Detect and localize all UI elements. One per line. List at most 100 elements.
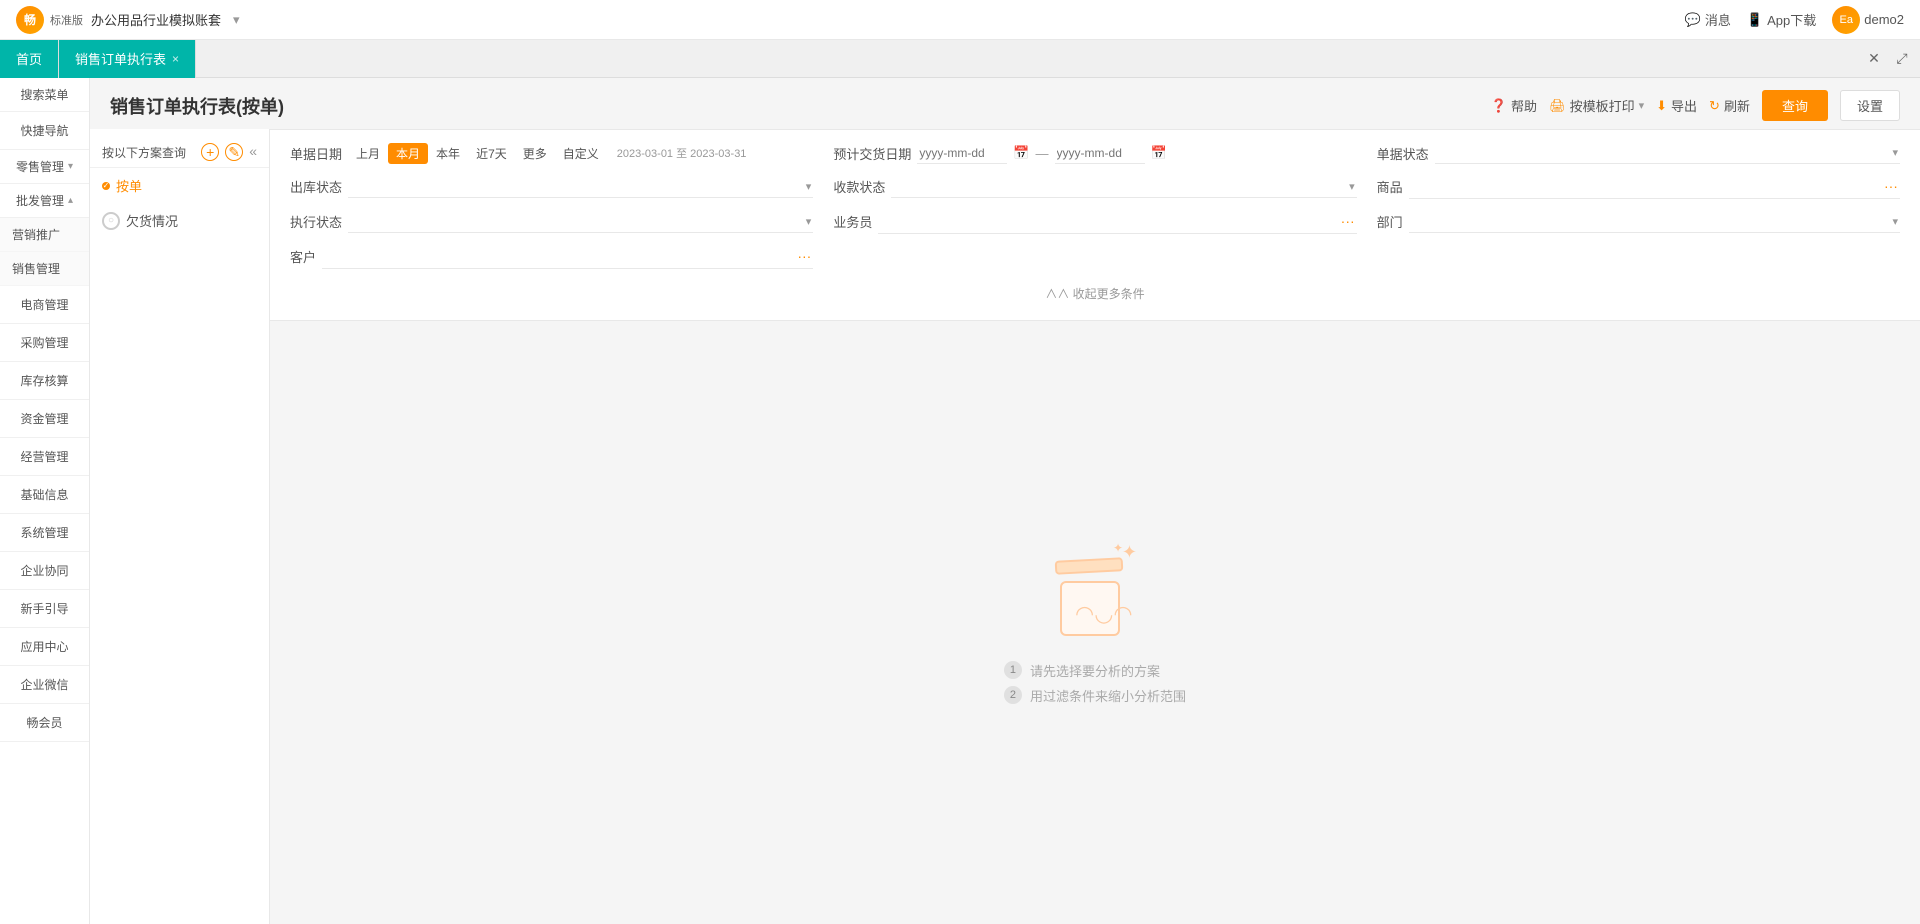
active-dot-icon: ✓ bbox=[102, 182, 110, 190]
sidebar-item-ecommerce[interactable]: 电商管理 bbox=[0, 286, 89, 324]
settings-button[interactable]: 设置 bbox=[1840, 90, 1900, 121]
goods-label: 商品 bbox=[1377, 177, 1403, 196]
tab-home[interactable]: 首页 bbox=[0, 40, 59, 78]
message-icon: 💬 bbox=[1685, 12, 1701, 28]
delivery-status-select[interactable]: ▾ bbox=[348, 176, 813, 198]
sidebar-item-wholesale-mgmt[interactable]: 批发管理 ▴ bbox=[0, 184, 89, 218]
left-panel-item-by-order[interactable]: ✓ 按单 bbox=[90, 168, 269, 203]
left-panel: 按以下方案查询 + ✎ « ✓ 按单 ○ 欠货情况 bbox=[90, 129, 270, 924]
sidebar-item-inventory[interactable]: 库存核算 bbox=[0, 362, 89, 400]
app-download-action[interactable]: 📱 App下载 bbox=[1747, 10, 1816, 29]
tab-sales-order[interactable]: 销售订单执行表 × bbox=[59, 40, 196, 78]
breadcrumb-dropdown-icon[interactable]: ▾ bbox=[233, 12, 240, 28]
end-calendar-icon[interactable]: 📅 bbox=[1151, 145, 1167, 161]
left-panel-header: 按以下方案查询 + ✎ « bbox=[90, 137, 269, 168]
sidebar-item-finance[interactable]: 资金管理 bbox=[0, 400, 89, 438]
filter-customer-group: 客户 ··· bbox=[290, 244, 813, 269]
filter-goods-group: 商品 ··· bbox=[1377, 174, 1900, 199]
left-panel-actions: + ✎ « bbox=[201, 143, 257, 161]
left-panel-add-button[interactable]: + bbox=[201, 143, 219, 161]
wholesale-mgmt-label: 批发管理 bbox=[16, 192, 64, 209]
last-month-btn[interactable]: 上月 bbox=[348, 143, 388, 164]
sidebar-item-retail-mgmt[interactable]: 零售管理 ▾ bbox=[0, 150, 89, 184]
left-panel-edit-button[interactable]: ✎ bbox=[225, 143, 243, 161]
execution-status-select[interactable]: ▾ bbox=[348, 211, 813, 233]
salesperson-picker-button[interactable]: ··· bbox=[1341, 213, 1355, 229]
tab-home-label: 首页 bbox=[16, 49, 42, 68]
export-action[interactable]: ⬇ 导出 bbox=[1656, 96, 1697, 115]
sidebar-item-basic-info[interactable]: 基础信息 bbox=[0, 476, 89, 514]
custom-btn[interactable]: 自定义 bbox=[555, 143, 607, 164]
tip-num-1: 1 bbox=[1004, 661, 1022, 679]
window-close-button[interactable]: ✕ bbox=[1864, 49, 1884, 69]
retail-mgmt-arrow: ▾ bbox=[68, 161, 73, 172]
status-select[interactable]: ▾ bbox=[1435, 142, 1900, 164]
date-range-dash: — bbox=[1036, 146, 1049, 161]
empty-illustration: ✦ ✦ ◠◡◠ bbox=[1045, 541, 1145, 641]
execution-status-label: 执行状态 bbox=[290, 212, 342, 231]
filter-delivery-status-group: 出库状态 ▾ bbox=[290, 174, 813, 199]
delivery-end-date-input[interactable] bbox=[1055, 143, 1145, 164]
sidebar-item-search-menu[interactable]: 搜索菜单 bbox=[0, 78, 89, 112]
content-area: 销售订单执行表(按单) ❓ 帮助 🖨 按模板打印 ▾ ⬇ 导出 ↻ 刷新 bbox=[90, 78, 1920, 924]
salesperson-label: 业务员 bbox=[833, 212, 872, 231]
sidebar-item-app-center[interactable]: 应用中心 bbox=[0, 628, 89, 666]
goods-picker-button[interactable]: ··· bbox=[1884, 178, 1898, 194]
filter-row-2: 出库状态 ▾ 收款状态 ▾ bbox=[290, 174, 1900, 199]
help-action[interactable]: ❓ 帮助 bbox=[1491, 96, 1537, 115]
empty-tip-2: 2 用过滤条件来缩小分析范围 bbox=[1004, 686, 1186, 705]
header-left: 畅 标准版 办公用品行业模拟账套 ▾ bbox=[16, 6, 240, 34]
sidebar-item-operations[interactable]: 经营管理 bbox=[0, 438, 89, 476]
status-label: 单据状态 bbox=[1377, 144, 1429, 163]
print-action[interactable]: 🖨 按模板打印 ▾ bbox=[1549, 96, 1644, 115]
sidebar-item-new-user-guide[interactable]: 新手引导 bbox=[0, 590, 89, 628]
sidebar-item-enterprise-wechat[interactable]: 企业微信 bbox=[0, 666, 89, 704]
department-select[interactable]: ▾ bbox=[1409, 211, 1900, 233]
current-year-btn[interactable]: 本年 bbox=[428, 143, 468, 164]
payment-status-select[interactable]: ▾ bbox=[891, 176, 1356, 198]
logo-area: 畅 标准版 bbox=[16, 6, 83, 34]
sidebar-sub-item-marketing[interactable]: 营销推广 bbox=[0, 218, 89, 252]
avatar: Ea bbox=[1832, 6, 1860, 34]
window-expand-button[interactable]: ⤢ bbox=[1892, 49, 1912, 69]
refresh-action[interactable]: ↻ 刷新 bbox=[1709, 96, 1750, 115]
filter-area: 单据日期 上月 本月 本年 近7天 更多 自定义 2023-03-01 至 20… bbox=[270, 129, 1920, 321]
department-dropdown-icon: ▾ bbox=[1892, 215, 1898, 228]
print-label: 按模板打印 bbox=[1570, 96, 1635, 115]
refresh-icon: ↻ bbox=[1709, 98, 1720, 114]
status-dropdown-icon: ▾ bbox=[1892, 146, 1898, 159]
empty-box-lid bbox=[1055, 557, 1124, 575]
filter-with-left-panel: 按以下方案查询 + ✎ « ✓ 按单 ○ 欠货情况 bbox=[90, 129, 1920, 924]
collapse-more-label: 收起更多条件 bbox=[1073, 287, 1145, 301]
left-panel-item-backorder[interactable]: ○ 欠货情况 bbox=[90, 203, 269, 238]
customer-picker-button[interactable]: ··· bbox=[797, 248, 811, 264]
sidebar-sub-item-sales-mgmt[interactable]: 销售管理 bbox=[0, 252, 89, 286]
user-action[interactable]: Ea demo2 bbox=[1832, 6, 1904, 34]
page-header: 销售订单执行表(按单) ❓ 帮助 🖨 按模板打印 ▾ ⬇ 导出 ↻ 刷新 bbox=[90, 78, 1920, 129]
print-icon: 🖨 bbox=[1549, 98, 1566, 114]
tab-close-icon[interactable]: × bbox=[172, 52, 179, 66]
delivery-start-date-input[interactable] bbox=[917, 143, 1007, 164]
payment-status-label: 收款状态 bbox=[833, 177, 885, 196]
left-panel-collapse-button[interactable]: « bbox=[249, 143, 257, 161]
empty-state: ✦ ✦ ◠◡◠ 1 请先选择要分析的方案 2 用过滤条件来缩小分析范围 bbox=[270, 321, 1920, 924]
delivery-status-dropdown-icon: ▾ bbox=[806, 180, 812, 193]
sidebar-item-quick-nav[interactable]: 快捷导航 bbox=[0, 112, 89, 150]
current-month-btn[interactable]: 本月 bbox=[388, 143, 428, 164]
recent7-btn[interactable]: 近7天 bbox=[468, 143, 515, 164]
message-action[interactable]: 💬 消息 bbox=[1685, 10, 1731, 29]
sidebar-item-purchase[interactable]: 采购管理 bbox=[0, 324, 89, 362]
start-calendar-icon[interactable]: 📅 bbox=[1013, 145, 1029, 161]
sidebar-item-enterprise-collab[interactable]: 企业协同 bbox=[0, 552, 89, 590]
more-btn[interactable]: 更多 bbox=[515, 143, 555, 164]
logo-subtext: 标准版 bbox=[50, 12, 83, 28]
query-button[interactable]: 查询 bbox=[1762, 90, 1828, 121]
filter-row-3: 执行状态 ▾ 业务员 ··· bbox=[290, 209, 1900, 234]
collapse-more-button[interactable]: ∧∧ 收起更多条件 bbox=[290, 279, 1900, 308]
export-icon: ⬇ bbox=[1656, 98, 1667, 114]
sidebar-item-member[interactable]: 畅会员 bbox=[0, 704, 89, 742]
tip-num-2: 2 bbox=[1004, 686, 1022, 704]
left-panel-item2-label: 欠货情况 bbox=[126, 211, 178, 230]
sidebar-item-system-mgmt[interactable]: 系统管理 bbox=[0, 514, 89, 552]
page-title: 销售订单执行表(按单) bbox=[110, 93, 284, 119]
